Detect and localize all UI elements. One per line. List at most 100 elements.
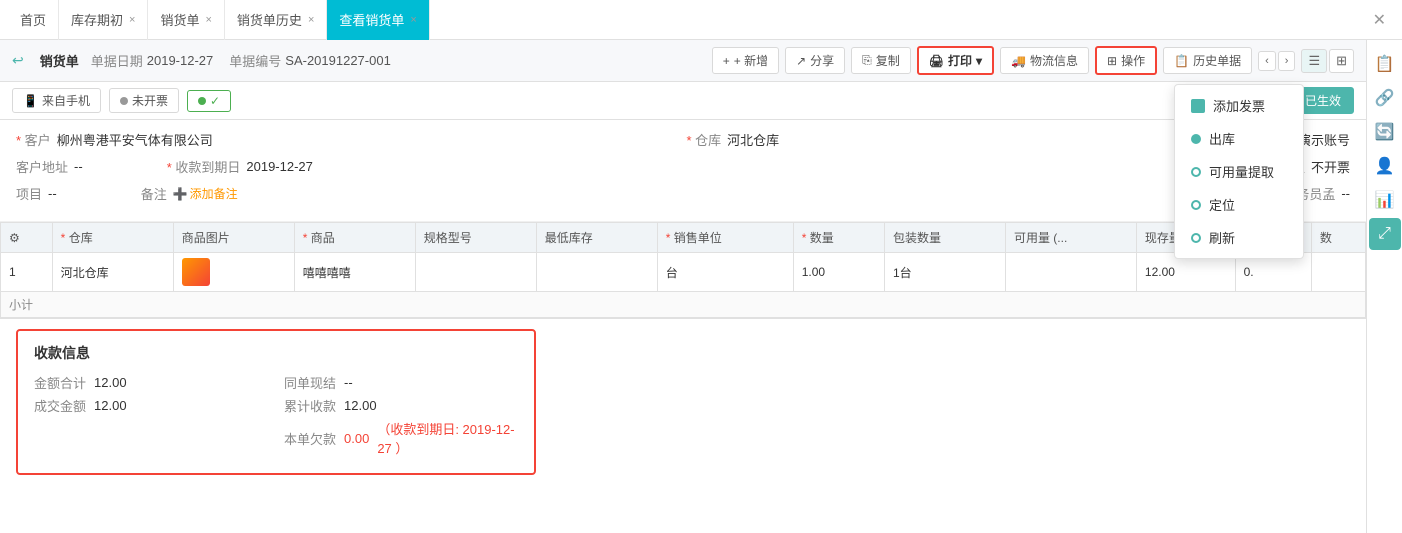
row-more: [1311, 253, 1365, 292]
dropdown-refresh[interactable]: 刷新: [1175, 221, 1303, 254]
transaction-value: 12.00: [94, 398, 127, 413]
not-open-ticket-button[interactable]: 未开票: [109, 88, 179, 113]
sidebar-icon-refresh[interactable]: 🔄: [1369, 116, 1401, 148]
share-button[interactable]: ↗ 分享: [785, 47, 845, 74]
tab-inventory-init[interactable]: 库存期初 ×: [59, 0, 148, 40]
amount-row: 金额合计 12.00: [34, 373, 268, 392]
outbound-icon: [1191, 134, 1201, 144]
right-sidebar: 📋 🔗 🔄 👤 📊 ⤢: [1366, 40, 1402, 533]
col-qty: 数量: [793, 223, 884, 253]
close-tab-sales[interactable]: ×: [205, 14, 211, 26]
subtotal-label: 小计: [1, 292, 1366, 318]
form-row-2: 客户地址 -- 收款到期日 2019-12-27 票据类型 不开票: [16, 157, 1350, 176]
row-available: [1005, 253, 1136, 292]
sidebar-icon-clipboard[interactable]: 📋: [1369, 48, 1401, 80]
doc-date-field: 单据日期 2019-12-27: [91, 51, 214, 70]
content-wrapper: ↩ 销货单 单据日期 2019-12-27 单据编号 SA-20191227-0…: [0, 40, 1366, 533]
tab-home[interactable]: 首页: [8, 0, 59, 40]
close-window-button[interactable]: ✕: [1373, 10, 1386, 30]
sidebar-icon-chart[interactable]: 📊: [1369, 184, 1401, 216]
next-arrow[interactable]: ›: [1278, 51, 1296, 71]
tab-bar: 首页 库存期初 × 销货单 × 销货单历史 × 查看销货单 × ✕: [0, 0, 1402, 40]
gear-icon: ⚙: [9, 231, 20, 245]
sidebar-icon-link[interactable]: 🔗: [1369, 82, 1401, 114]
row-product: 嘻嘻嘻嘻: [294, 253, 415, 292]
col-warehouse: 仓库: [52, 223, 173, 253]
warehouse-value: 河北仓库: [727, 130, 779, 149]
payment-info-section: 收款信息 金额合计 12.00 成交金额 12.00 同单现结 --: [16, 329, 536, 475]
transaction-row: 成交金额 12.00: [34, 396, 268, 415]
owed-row: 本单欠款 0.00 （收款到期日: 2019-12-27 ）: [284, 419, 518, 457]
row-no: 1: [1, 253, 53, 292]
plus-icon: ➕: [173, 187, 188, 201]
dropdown-available-qty[interactable]: 可用量提取: [1175, 155, 1303, 188]
from-phone-button[interactable]: 📱 来自手机: [12, 88, 101, 113]
doc-no-field: 单据编号 SA-20191227-001: [229, 51, 391, 70]
nav-arrows: ‹ ›: [1258, 51, 1295, 71]
amount-value: 12.00: [94, 375, 127, 390]
owed-value: 0.00: [344, 431, 369, 446]
list-view-btn[interactable]: ☰: [1301, 49, 1327, 73]
history-button[interactable]: 📋 历史单据: [1163, 47, 1252, 74]
dropdown-outbound[interactable]: 出库: [1175, 122, 1303, 155]
warehouse-label: 仓库: [686, 130, 721, 149]
col-min-stock: 最低库存: [536, 223, 657, 253]
col-product: 商品: [294, 223, 415, 253]
col-more: 数: [1311, 223, 1365, 253]
sidebar-icon-user[interactable]: 👤: [1369, 150, 1401, 182]
close-tab-view[interactable]: ×: [410, 14, 416, 26]
operation-button[interactable]: ⊞ 操作: [1095, 46, 1157, 75]
row-image: [173, 253, 294, 292]
col-available: 可用量 (...: [1005, 223, 1136, 253]
close-tab-history[interactable]: ×: [308, 14, 314, 26]
payment-info-title: 收款信息: [34, 343, 518, 363]
row-warehouse: 河北仓库: [52, 253, 173, 292]
row-qty: 1.00: [793, 253, 884, 292]
same-settlement-label: 同单现结: [284, 373, 336, 392]
prev-arrow[interactable]: ‹: [1258, 51, 1276, 71]
transaction-label: 成交金额: [34, 396, 86, 415]
copy-button[interactable]: ⎘ 复制: [851, 47, 911, 74]
subtotal-row: 小计: [1, 292, 1366, 318]
product-thumbnail: [182, 258, 210, 286]
secondary-toolbar: 📱 来自手机 未开票 ✓ ✓ 已核销 ✓ 已生效: [0, 82, 1366, 120]
address-label: 客户地址: [16, 157, 68, 176]
doc-date-label: 单据日期: [91, 51, 143, 70]
warehouse-field: 仓库 河北仓库: [686, 130, 779, 149]
doc-meta: 单据日期 2019-12-27 单据编号 SA-20191227-001: [91, 51, 700, 70]
action-toolbar-right: + + 新增 ↗ 分享 ⎘ 复制 🖨 打印 ▾ 🚚: [712, 46, 1354, 75]
tab-sales-order[interactable]: 销货单 ×: [148, 0, 224, 40]
form-section: 客户 柳州粤港平安气体有限公司 仓库 河北仓库 业务员 演示账号 客户地址 --: [0, 120, 1366, 222]
row-unit: 台: [657, 253, 793, 292]
project-value: --: [48, 186, 57, 201]
locate-icon: [1191, 200, 1201, 210]
grid-view-btn[interactable]: ⊞: [1329, 49, 1354, 73]
logistics-button[interactable]: 🚚 物流信息: [1000, 47, 1089, 74]
dropdown-add-invoice[interactable]: 添加发票: [1175, 89, 1303, 122]
sidebar-icon-expand[interactable]: ⤢: [1369, 218, 1401, 250]
staff2-value: --: [1341, 186, 1350, 201]
dropdown-locate[interactable]: 定位: [1175, 188, 1303, 221]
table-header-row: ⚙ 仓库 商品图片 商品 规格型号 最低库存 销售单位 数量 包装数量 可用量 …: [1, 223, 1366, 253]
tab-view-sales[interactable]: 查看销货单 ×: [327, 0, 429, 40]
due-date-value: 2019-12-27: [246, 159, 313, 174]
due-date-label: 收款到期日: [167, 157, 241, 176]
print-button[interactable]: 🖨 打印 ▾: [917, 46, 994, 75]
doc-date-value: 2019-12-27: [147, 53, 214, 68]
new-button[interactable]: + + 新增: [712, 47, 779, 74]
col-pack-qty: 包装数量: [884, 223, 1005, 253]
col-spec: 规格型号: [415, 223, 536, 253]
operation-dropdown: 添加发票 出库 可用量提取 定位: [1174, 84, 1304, 259]
tab-sales-history[interactable]: 销货单历史 ×: [225, 0, 327, 40]
note-field: 备注 ➕ 添加备注: [141, 184, 238, 203]
owed-note: （收款到期日: 2019-12-27 ）: [377, 419, 518, 457]
form-row-3: 项目 -- 备注 ➕ 添加备注 业务员孟 --: [16, 184, 1350, 203]
add-invoice-icon: [1191, 99, 1205, 113]
doc-header: ↩ 销货单 单据日期 2019-12-27 单据编号 SA-20191227-0…: [0, 40, 1366, 82]
close-tab-inventory[interactable]: ×: [129, 14, 135, 26]
confirm-button[interactable]: ✓: [187, 90, 231, 112]
ticket-type-value: 不开票: [1311, 157, 1350, 176]
add-note-button[interactable]: ➕ 添加备注: [173, 185, 238, 202]
payment-right: 同单现结 -- 累计收款 12.00 本单欠款 0.00 （收款到期日: 201…: [284, 373, 518, 461]
cumulative-label: 累计收款: [284, 396, 336, 415]
